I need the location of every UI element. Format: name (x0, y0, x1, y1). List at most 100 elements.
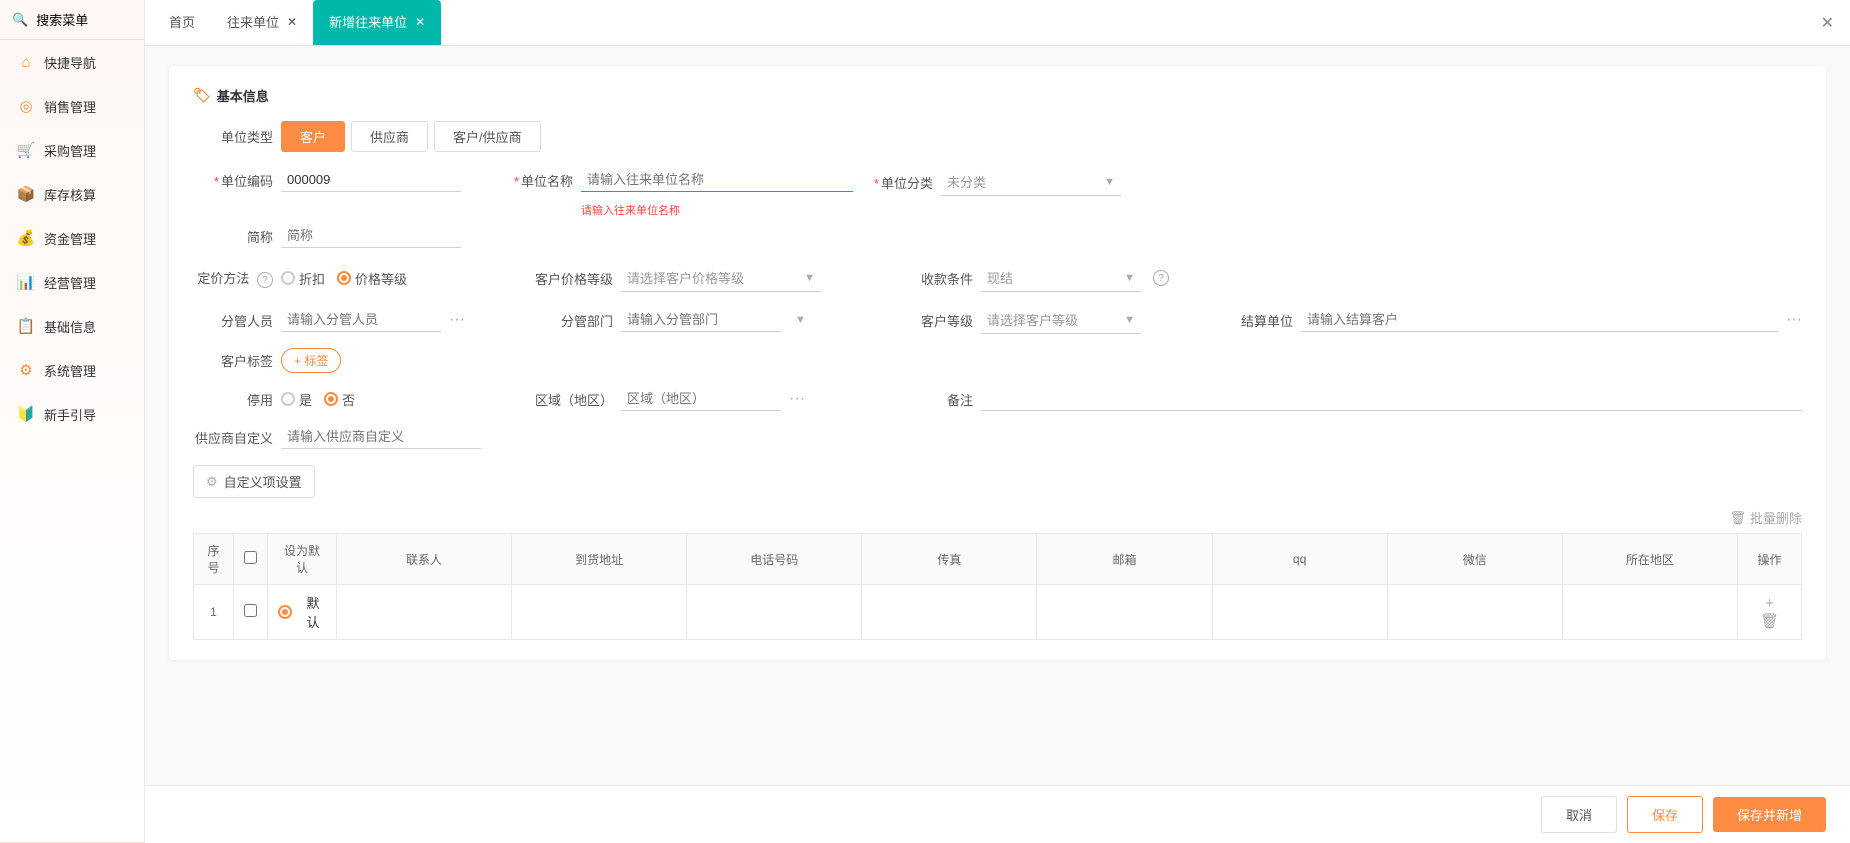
unit-btn-supplier[interactable]: 供应商 (351, 121, 428, 152)
tab-close-new-partner[interactable]: ✕ (415, 15, 425, 29)
custom-settings-button[interactable]: ⚙ 自定义项设置 (193, 465, 315, 498)
cancel-button[interactable]: 取消 (1541, 796, 1617, 833)
customer-level-select[interactable]: 请选择客户等级 ▼ (981, 306, 1141, 334)
disabled-radio-no[interactable]: 否 (324, 390, 355, 409)
settlement-unit-input[interactable] (1301, 308, 1778, 332)
pricing-radio-price-level[interactable]: 价格等级 (337, 269, 407, 288)
qq-cell (1212, 585, 1387, 640)
department-input[interactable] (621, 308, 781, 332)
department-select-arrow[interactable]: ▼ (789, 310, 801, 330)
sidebar-items: ⌂快捷导航◎销售管理🛒采购管理📦库存核算💰资金管理📊经营管理📋基础信息⚙系统管理… (0, 40, 144, 436)
purchase-icon: 🛒 (16, 140, 36, 160)
table-header-row: 序号设为默认联系人到货地址电话号码传真邮箱qq微信所在地区操作 (194, 534, 1802, 585)
settlement-more-icon[interactable]: ··· (1786, 311, 1802, 329)
op-cell: + 🗑 (1737, 585, 1801, 640)
chevron-down-icon2: ▼ (804, 272, 815, 284)
th-3: 联系人 (336, 534, 511, 585)
add-row-button[interactable]: + (1762, 595, 1777, 612)
guide-icon: 🔰 (16, 404, 36, 424)
email-cell (1037, 585, 1212, 640)
row-manager: 分管人员 ··· 分管部门 ▼ 客户等级 请选择客户等级 ▼ (193, 306, 1802, 334)
pricing-radio-group: 折扣 价格等级 (281, 269, 407, 288)
pricing-radio-discount[interactable]: 折扣 (281, 269, 325, 288)
default-radio-circle (278, 605, 292, 619)
contact-input[interactable] (347, 605, 501, 619)
default-radio[interactable]: 默认 (278, 593, 326, 631)
tab-home[interactable]: 首页 (153, 0, 211, 45)
th-8: qq (1212, 534, 1387, 585)
sidebar-item-operations[interactable]: 📊经营管理 (0, 260, 144, 304)
phone-cell (687, 585, 862, 640)
save-new-button[interactable]: 保存并新增 (1713, 797, 1826, 832)
unit-category-select[interactable]: 未分类 ▼ (941, 168, 1121, 196)
payment-terms-select[interactable]: 现结 ▼ (981, 264, 1141, 292)
sidebar-item-inventory[interactable]: 📦库存核算 (0, 172, 144, 216)
tab-partners[interactable]: 往来单位✕ (211, 0, 313, 45)
checkbox-cell (234, 585, 268, 640)
disabled-radio-yes[interactable]: 是 (281, 390, 312, 409)
phone-input[interactable] (697, 605, 851, 619)
supplier-custom-input[interactable] (281, 425, 481, 449)
sidebar-item-sales[interactable]: ◎销售管理 (0, 84, 144, 128)
sidebar-item-finance[interactable]: 💰资金管理 (0, 216, 144, 260)
customer-level-field: 客户等级 请选择客户等级 ▼ (893, 306, 1213, 334)
add-tag-button[interactable]: + 标签 (281, 348, 341, 373)
area-field: 区域（地区） ··· (533, 387, 893, 411)
fax-input[interactable] (872, 605, 1026, 619)
tab-close-partners[interactable]: ✕ (287, 15, 297, 29)
chevron-down-icon: ▼ (1104, 176, 1115, 188)
remarks-label: 备注 (893, 390, 973, 409)
quick-nav-icon: ⌂ (16, 52, 36, 72)
sidebar-item-label-basic-info: 基础信息 (44, 317, 96, 336)
supplier-custom-label: 供应商自定义 (193, 428, 273, 447)
select-all-checkbox[interactable] (244, 551, 257, 564)
chevron-down-icon5: ▼ (1124, 314, 1135, 326)
short-name-input[interactable] (281, 224, 461, 248)
sidebar-item-purchase[interactable]: 🛒采购管理 (0, 128, 144, 172)
th-10: 所在地区 (1562, 534, 1737, 585)
region-input[interactable] (1573, 605, 1727, 619)
area-more-icon[interactable]: ··· (789, 390, 805, 408)
save-button[interactable]: 保存 (1627, 796, 1703, 833)
seq-cell: 1 (194, 585, 234, 640)
sidebar-item-system[interactable]: ⚙系统管理 (0, 348, 144, 392)
wechat-input[interactable] (1398, 605, 1552, 619)
unit-btn-both[interactable]: 客户/供应商 (434, 121, 541, 152)
sidebar-item-label-system: 系统管理 (44, 361, 96, 380)
row-checkbox[interactable] (244, 604, 257, 617)
pricing-method-field: 定价方法 ? 折扣 价格等级 (193, 268, 533, 289)
remarks-input[interactable] (981, 387, 1802, 411)
email-input[interactable] (1047, 605, 1201, 619)
row-customer-tag: 客户标签 + 标签 (193, 348, 1802, 373)
sales-icon: ◎ (16, 96, 36, 116)
address-input[interactable] (522, 605, 676, 619)
sidebar-item-guide[interactable]: 🔰新手引导 (0, 392, 144, 436)
unit-name-error: 请输入往来单位名称 (581, 202, 680, 218)
customer-price-level-select[interactable]: 请选择客户价格等级 ▼ (621, 264, 821, 292)
manager-input[interactable] (281, 308, 441, 332)
manager-more-icon[interactable]: ··· (449, 311, 465, 329)
table-header: 序号设为默认联系人到货地址电话号码传真邮箱qq微信所在地区操作 (194, 534, 1802, 585)
chevron-down-icon3: ▼ (1124, 272, 1135, 284)
unit-name-input[interactable] (581, 168, 853, 192)
region-cell (1562, 585, 1737, 640)
unit-btn-customer[interactable]: 客户 (281, 121, 345, 152)
window-close-button[interactable]: ✕ (1813, 9, 1842, 37)
qq-input[interactable] (1223, 605, 1377, 619)
payment-help-icon[interactable]: ? (1153, 270, 1169, 286)
sidebar-item-quick-nav[interactable]: ⌂快捷导航 (0, 40, 144, 84)
batch-delete-button[interactable]: 🗑 批量删除 (1729, 508, 1802, 527)
tab-new-partner[interactable]: 新增往来单位✕ (313, 0, 441, 45)
area-input[interactable] (621, 387, 781, 411)
sidebar-search[interactable]: 🔍 搜索菜单 (0, 0, 144, 40)
pricing-help-icon[interactable]: ? (257, 272, 273, 288)
unit-code-input[interactable] (281, 168, 461, 192)
payment-terms-value: 现结 (987, 268, 1013, 287)
delete-row-button[interactable]: 🗑 (1757, 613, 1782, 630)
unit-code-field: *单位编码 (193, 168, 493, 192)
footer: 取消 保存 保存并新增 (145, 785, 1850, 843)
department-field: 分管部门 ▼ (533, 308, 893, 332)
sidebar-item-basic-info[interactable]: 📋基础信息 (0, 304, 144, 348)
unit-name-label: *单位名称 (493, 171, 573, 190)
row-code-name-cat: *单位编码 *单位名称 请输入往来单位名称 *单位分类 (193, 168, 1802, 218)
